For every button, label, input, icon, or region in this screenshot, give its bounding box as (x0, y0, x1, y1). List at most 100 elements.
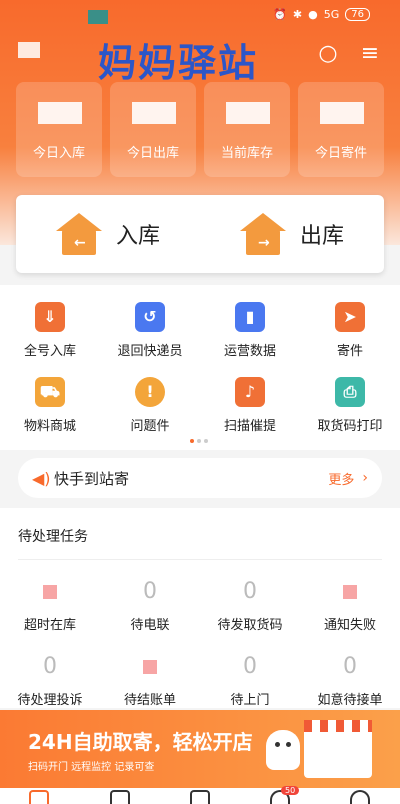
stats-row: 今日入库 今日出库 当前库存 今日寄件 (16, 82, 384, 177)
out-stock-button[interactable]: → 出库 (200, 195, 384, 273)
pending-tasks-section: 待处理任务 超时在库 0 待电联 0 待发取货码 通知失败 0 待处理投诉 待结… (0, 508, 400, 708)
divider (18, 559, 382, 560)
alert-icon: ! (135, 377, 165, 407)
grid-label: 寄件 (336, 344, 363, 359)
pending-count (100, 653, 200, 681)
pixel-blob (88, 10, 108, 24)
speaker-icon: ◀) (32, 468, 51, 488)
pending-item-to-call[interactable]: 0 待电联 (100, 578, 200, 633)
robot-illustration (266, 730, 300, 770)
printer-icon: ⎙ (335, 377, 365, 407)
avatar[interactable] (18, 42, 40, 58)
menu-icon[interactable]: ≡ (356, 40, 384, 68)
search-icon[interactable]: ○ (314, 40, 342, 68)
return-box-icon: ↺ (135, 302, 165, 332)
pending-label: 待电联 (130, 618, 170, 633)
in-stock-label: 入库 (115, 224, 160, 249)
grid-label: 扫描催提 (223, 419, 276, 434)
quick-label: 快手到站寄 (54, 469, 130, 488)
stat-label: 今日出库 (126, 146, 179, 161)
stat-label: 今日入库 (32, 146, 85, 161)
stat-card-stock[interactable]: 当前库存 (204, 82, 290, 177)
stat-value-masked (320, 102, 364, 124)
grid-label: 退回快递员 (117, 344, 183, 359)
orders-tab-icon[interactable] (110, 790, 130, 804)
pending-label: 待发取货码 (217, 618, 283, 633)
grid-item-scan-remind[interactable]: ♪ 扫描催提 (200, 377, 300, 434)
send-plane-icon: ➤ (335, 302, 365, 332)
pending-item-send-code[interactable]: 0 待发取货码 (200, 578, 300, 633)
signal-label: 5G (323, 8, 340, 21)
grid-item-code-print[interactable]: ⎙ 取货码打印 (300, 377, 400, 434)
scan-tab-icon[interactable] (190, 790, 210, 804)
pending-count (0, 578, 100, 606)
inbox-arrow-icon: ⇓ (35, 302, 65, 332)
chevron-right-icon: › (362, 470, 368, 486)
more-link[interactable]: 更多 (328, 469, 354, 488)
pending-label: 待结账单 (123, 693, 176, 708)
pending-item-home-visit[interactable]: 0 待上门 (200, 653, 300, 708)
location-icon: ● (308, 8, 318, 21)
banner-title: 24H自助取寄，轻松开店 (28, 730, 253, 754)
grid-item-full-inbound[interactable]: ⇓ 全号入库 (0, 302, 100, 359)
promo-banner[interactable]: 24H自助取寄，轻松开店 扫码开门 远程监控 记录可查 (0, 710, 400, 788)
battery-level: 76 (345, 8, 370, 21)
stat-label: 当前库存 (220, 146, 273, 161)
pending-item-bills[interactable]: 待结账单 (100, 653, 200, 708)
alarm-icon: ⏰ (273, 8, 287, 21)
stat-label: 今日寄件 (314, 146, 367, 161)
out-stock-label: 出库 (299, 224, 344, 249)
pending-label: 待处理投诉 (17, 693, 83, 708)
pending-label: 如意待接单 (317, 693, 383, 708)
page-indicator (190, 439, 208, 443)
pending-item-ruyi-orders[interactable]: 0 如意待接单 (300, 653, 400, 708)
in-out-panel: ← 入库 → 出库 (16, 195, 384, 273)
pending-label: 待上门 (230, 693, 270, 708)
grid-item-send[interactable]: ➤ 寄件 (300, 302, 400, 359)
pending-item-complaints[interactable]: 0 待处理投诉 (0, 653, 100, 708)
stat-card-send-today[interactable]: 今日寄件 (298, 82, 384, 177)
pending-item-overtime[interactable]: 超时在库 (0, 578, 100, 633)
banner-subtitle: 扫码开门 远程监控 记录可查 (28, 762, 155, 773)
bell-icon: ♪ (235, 377, 265, 407)
bluetooth-icon: ✱ (292, 8, 303, 21)
grid-item-problem-parcels[interactable]: ! 问题件 (100, 377, 200, 434)
pending-count: 0 (43, 654, 57, 679)
in-stock-button[interactable]: ← 入库 (16, 195, 200, 273)
warehouse-out-icon: → (239, 213, 286, 255)
feature-grid: ⇓ 全号入库 ↺ 退回快递员 ▮ 运营数据 ➤ 寄件 ⛟ 物料商城 ! 问题件 … (0, 285, 400, 450)
pending-count: 0 (243, 579, 257, 604)
pending-label: 超时在库 (23, 618, 76, 633)
pending-count: 0 (243, 654, 257, 679)
status-bar: ⏰ ✱ ● 5G 76 (273, 8, 370, 21)
page-title: 妈妈驿站 (98, 41, 259, 85)
grid-item-supplies-store[interactable]: ⛟ 物料商城 (0, 377, 100, 434)
stat-value-masked (132, 102, 176, 124)
messages-badge: 50 (281, 786, 300, 795)
stat-card-out-today[interactable]: 今日出库 (110, 82, 196, 177)
grid-label: 问题件 (130, 419, 170, 434)
grid-label: 取货码打印 (317, 419, 383, 434)
cart-icon: ⛟ (35, 377, 65, 407)
pending-item-notify-failed[interactable]: 通知失败 (300, 578, 400, 633)
stat-value-masked (226, 102, 270, 124)
quick-station-send-bar[interactable]: ◀) 快手到站寄 更多 › (18, 458, 382, 498)
grid-item-return-courier[interactable]: ↺ 退回快递员 (100, 302, 200, 359)
section-title: 待处理任务 (18, 529, 88, 545)
bar-chart-icon: ▮ (235, 302, 265, 332)
pending-count (300, 578, 400, 606)
grid-label: 运营数据 (223, 344, 276, 359)
home-tab-icon[interactable] (29, 790, 49, 804)
stat-card-in-today[interactable]: 今日入库 (16, 82, 102, 177)
warehouse-in-icon: ← (55, 213, 102, 255)
grid-label: 物料商城 (23, 419, 76, 434)
pending-count: 0 (143, 579, 157, 604)
pending-label: 通知失败 (323, 618, 376, 633)
bottom-tab-bar: 50 (0, 786, 400, 804)
profile-tab-icon[interactable] (350, 790, 370, 804)
grid-label: 全号入库 (23, 344, 76, 359)
grid-item-operations-data[interactable]: ▮ 运营数据 (200, 302, 300, 359)
shop-illustration (304, 720, 372, 778)
stat-value-masked (38, 102, 82, 124)
pending-count: 0 (343, 654, 357, 679)
